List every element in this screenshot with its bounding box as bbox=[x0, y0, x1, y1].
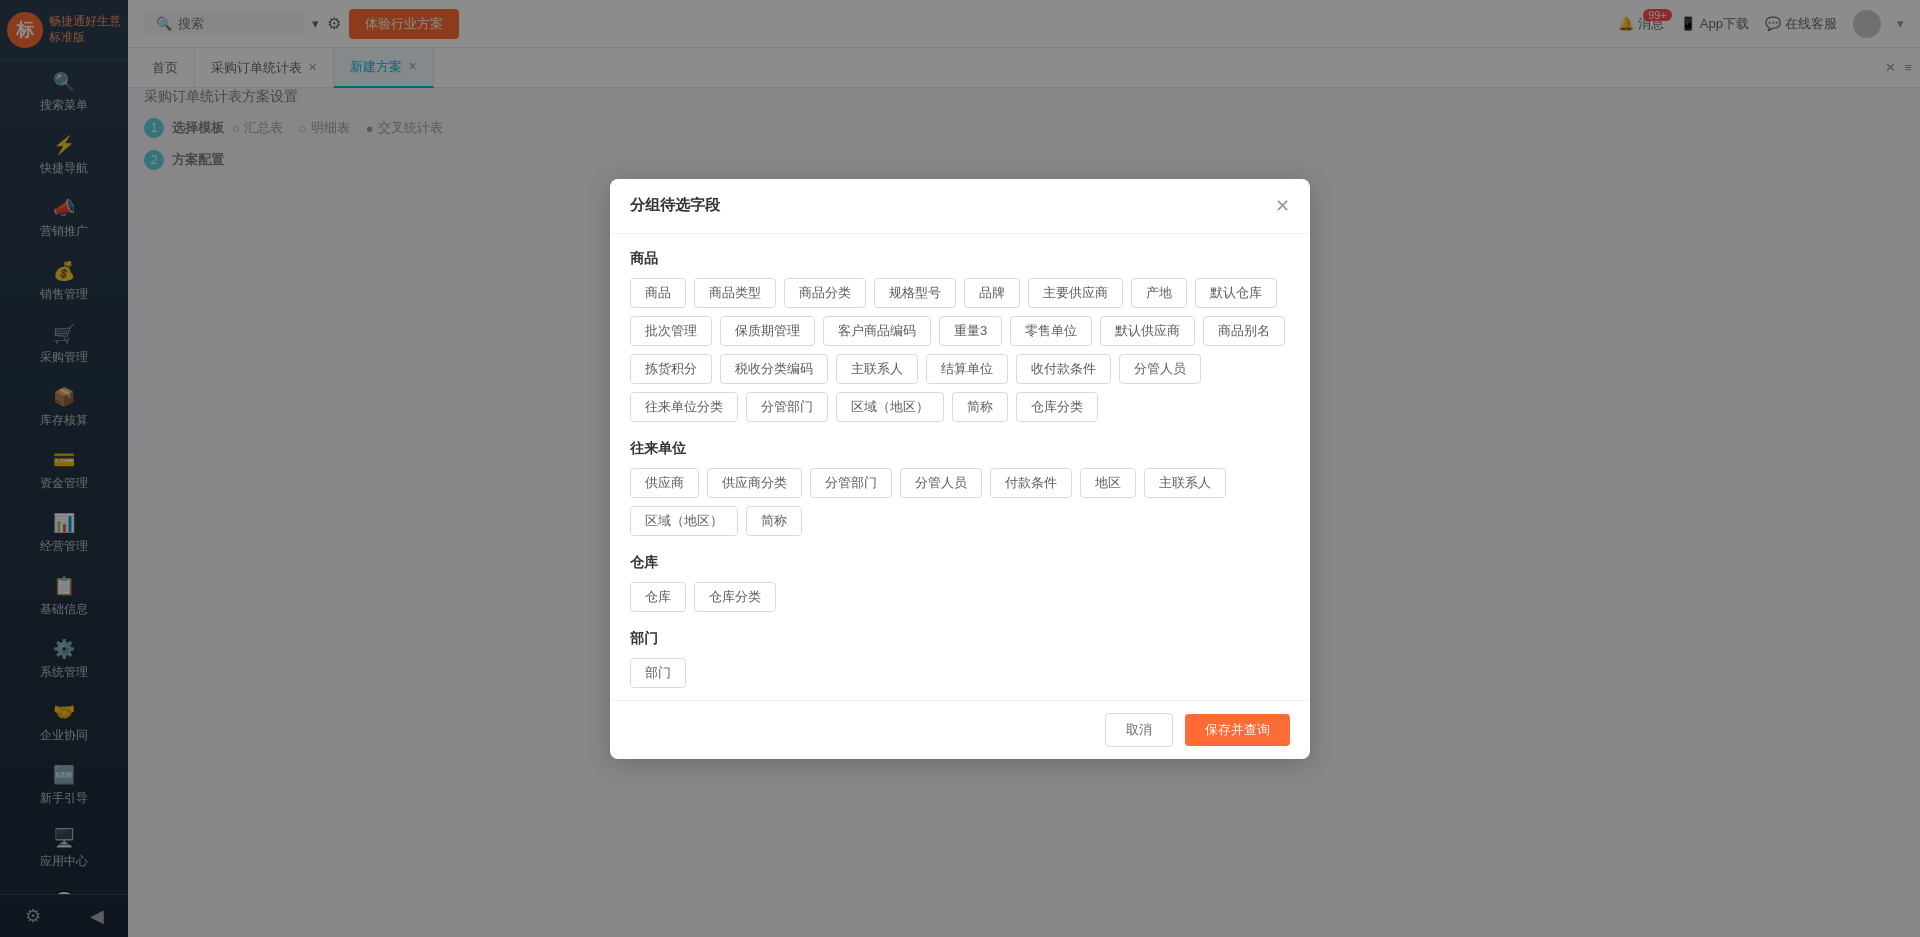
field-customer-code[interactable]: 客户商品编码 bbox=[823, 316, 931, 346]
field-settlement-unit[interactable]: 结算单位 bbox=[926, 354, 1008, 384]
section-warehouse-title: 仓库 bbox=[630, 554, 1290, 572]
field-spec-model[interactable]: 规格型号 bbox=[874, 278, 956, 308]
field-default-supplier[interactable]: 默认供应商 bbox=[1100, 316, 1195, 346]
field-dept[interactable]: 分管部门 bbox=[746, 392, 828, 422]
department-fields-grid: 部门 bbox=[630, 658, 1290, 688]
section-partner-title: 往来单位 bbox=[630, 440, 1290, 458]
field-default-warehouse[interactable]: 默认仓库 bbox=[1195, 278, 1277, 308]
field-area[interactable]: 地区 bbox=[1080, 468, 1136, 498]
field-pick-points[interactable]: 拣货积分 bbox=[630, 354, 712, 384]
field-tax-code[interactable]: 税收分类编码 bbox=[720, 354, 828, 384]
field-brand[interactable]: 品牌 bbox=[964, 278, 1020, 308]
field-product-type[interactable]: 商品类型 bbox=[694, 278, 776, 308]
field-partner-abbr[interactable]: 简称 bbox=[746, 506, 802, 536]
field-weight[interactable]: 重量3 bbox=[939, 316, 1002, 346]
field-partner-dept[interactable]: 分管部门 bbox=[810, 468, 892, 498]
field-department[interactable]: 部门 bbox=[630, 658, 686, 688]
dialog-footer: 取消 保存并查询 bbox=[610, 700, 1310, 759]
field-payment-condition[interactable]: 付款条件 bbox=[990, 468, 1072, 498]
section-warehouse: 仓库 仓库 仓库分类 bbox=[630, 554, 1290, 612]
field-region[interactable]: 区域（地区） bbox=[836, 392, 944, 422]
partner-fields-grid: 供应商 供应商分类 分管部门 分管人员 付款条件 地区 主联系人 区域（地区） … bbox=[630, 468, 1290, 536]
field-alias[interactable]: 商品别名 bbox=[1203, 316, 1285, 346]
field-supplier-category[interactable]: 供应商分类 bbox=[707, 468, 802, 498]
field-product-category[interactable]: 商品分类 bbox=[784, 278, 866, 308]
field-partner-category[interactable]: 往来单位分类 bbox=[630, 392, 738, 422]
field-shelf-life[interactable]: 保质期管理 bbox=[720, 316, 815, 346]
field-select-dialog: 分组待选字段 ✕ 商品 商品 商品类型 商品分类 规格型号 品牌 主要供应商 产… bbox=[610, 179, 1310, 759]
section-partner: 往来单位 供应商 供应商分类 分管部门 分管人员 付款条件 地区 主联系人 区域… bbox=[630, 440, 1290, 536]
dialog-title: 分组待选字段 bbox=[630, 196, 720, 215]
field-batch-mgmt[interactable]: 批次管理 bbox=[630, 316, 712, 346]
dialog-header: 分组待选字段 ✕ bbox=[610, 179, 1310, 234]
field-product[interactable]: 商品 bbox=[630, 278, 686, 308]
cancel-button[interactable]: 取消 bbox=[1105, 713, 1173, 747]
field-retail-unit[interactable]: 零售单位 bbox=[1010, 316, 1092, 346]
save-query-button[interactable]: 保存并查询 bbox=[1185, 714, 1290, 746]
dialog-close-icon[interactable]: ✕ bbox=[1275, 195, 1290, 217]
field-abbr[interactable]: 简称 bbox=[952, 392, 1008, 422]
field-warehouse[interactable]: 仓库 bbox=[630, 582, 686, 612]
field-origin[interactable]: 产地 bbox=[1131, 278, 1187, 308]
section-product-title: 商品 bbox=[630, 250, 1290, 268]
field-partner-supervisor[interactable]: 分管人员 bbox=[900, 468, 982, 498]
field-warehouse-category[interactable]: 仓库分类 bbox=[1016, 392, 1098, 422]
field-partner-region[interactable]: 区域（地区） bbox=[630, 506, 738, 536]
field-main-supplier[interactable]: 主要供应商 bbox=[1028, 278, 1123, 308]
dialog-body: 商品 商品 商品类型 商品分类 规格型号 品牌 主要供应商 产地 默认仓库 批次… bbox=[610, 234, 1310, 700]
warehouse-fields-grid: 仓库 仓库分类 bbox=[630, 582, 1290, 612]
field-partner-contact[interactable]: 主联系人 bbox=[1144, 468, 1226, 498]
field-payment-terms[interactable]: 收付款条件 bbox=[1016, 354, 1111, 384]
field-supplier[interactable]: 供应商 bbox=[630, 468, 699, 498]
section-department: 部门 部门 bbox=[630, 630, 1290, 688]
section-department-title: 部门 bbox=[630, 630, 1290, 648]
section-product: 商品 商品 商品类型 商品分类 规格型号 品牌 主要供应商 产地 默认仓库 批次… bbox=[630, 250, 1290, 422]
field-warehouse-cat[interactable]: 仓库分类 bbox=[694, 582, 776, 612]
field-supervisor[interactable]: 分管人员 bbox=[1119, 354, 1201, 384]
field-main-contact[interactable]: 主联系人 bbox=[836, 354, 918, 384]
product-fields-grid: 商品 商品类型 商品分类 规格型号 品牌 主要供应商 产地 默认仓库 批次管理 … bbox=[630, 278, 1290, 422]
